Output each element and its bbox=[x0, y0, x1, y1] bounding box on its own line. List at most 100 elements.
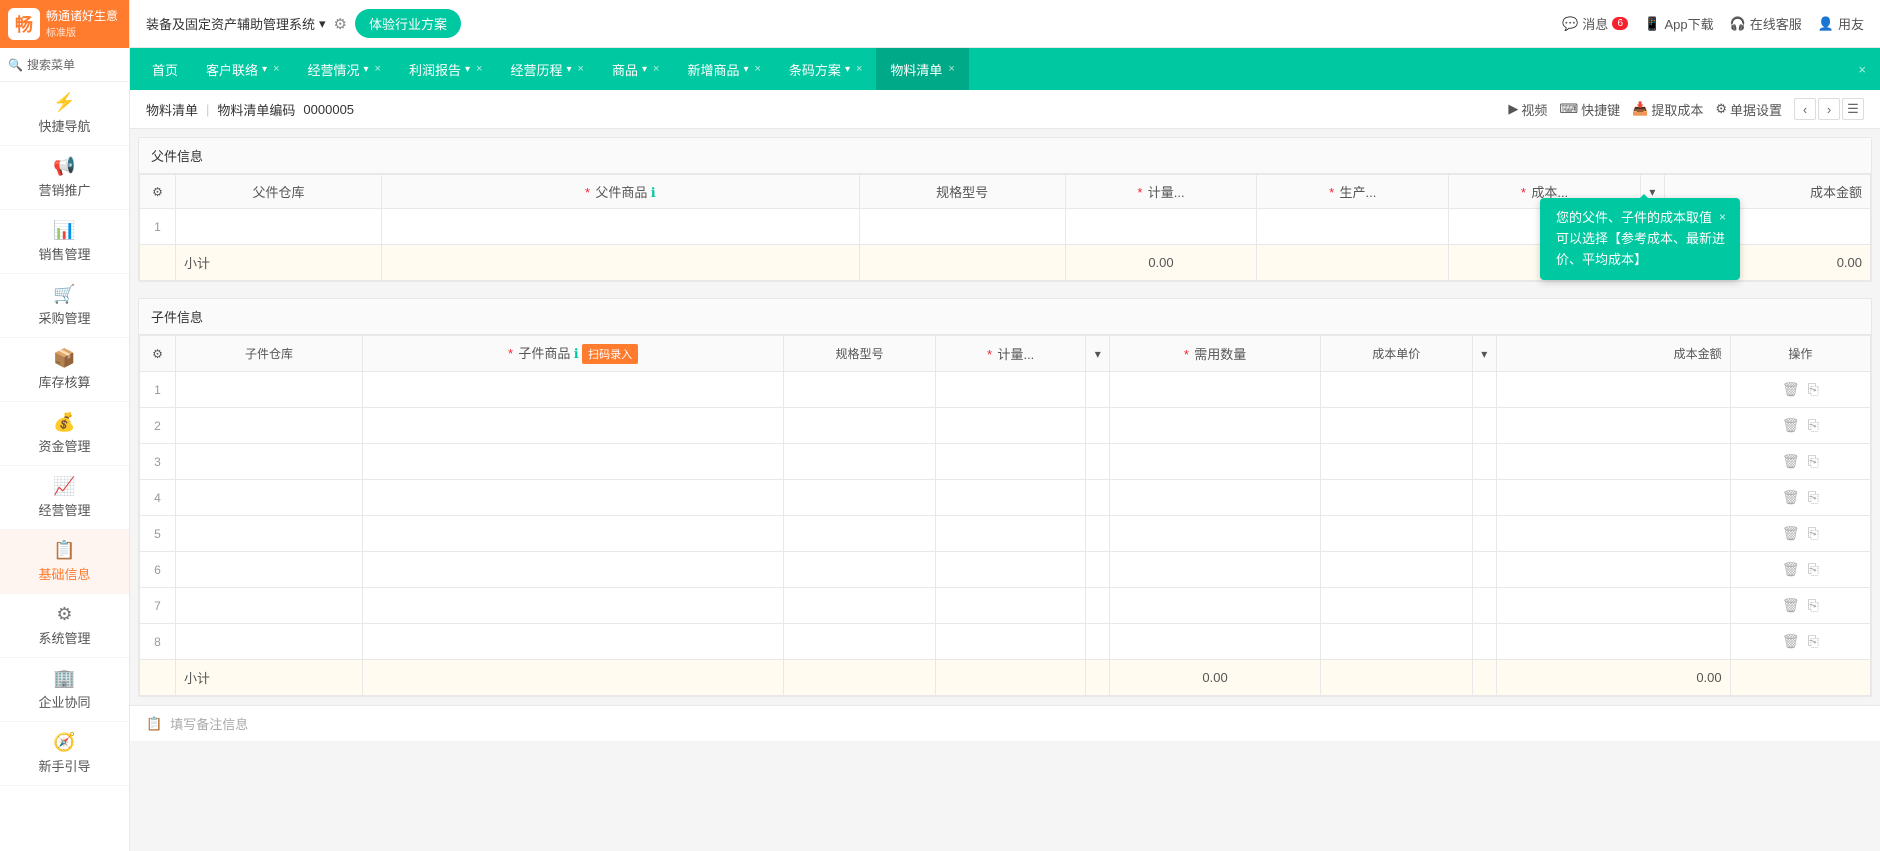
child-cell-cost-amount[interactable] bbox=[1496, 624, 1730, 660]
delete-icon[interactable]: 🗑 bbox=[1782, 417, 1800, 434]
child-cell-spec[interactable] bbox=[784, 552, 936, 588]
tab-profit-report[interactable]: 利润报告 ▾ × bbox=[395, 48, 496, 90]
delete-icon[interactable]: 🗑 bbox=[1782, 381, 1800, 398]
child-cell-unit[interactable] bbox=[936, 588, 1086, 624]
scan-badge[interactable]: 扫码录入 bbox=[582, 344, 638, 364]
child-cell-unit-cost[interactable] bbox=[1320, 516, 1472, 552]
child-cell-warehouse[interactable] bbox=[176, 624, 363, 660]
sidebar-item-quick-nav[interactable]: ⚡ 快捷导航 bbox=[0, 82, 129, 146]
child-cell-unit[interactable] bbox=[936, 408, 1086, 444]
child-cell-cost-amount[interactable] bbox=[1496, 552, 1730, 588]
copy-icon[interactable]: ⎘ bbox=[1808, 381, 1819, 398]
child-cell-cost-amount[interactable] bbox=[1496, 408, 1730, 444]
delete-icon[interactable]: 🗑 bbox=[1782, 525, 1800, 542]
extract-cost-btn[interactable]: 📥 提取成本 bbox=[1632, 100, 1703, 119]
child-cell-spec[interactable] bbox=[784, 516, 936, 552]
child-cell-warehouse[interactable] bbox=[176, 444, 363, 480]
tab-home[interactable]: 首页 bbox=[138, 48, 192, 90]
child-cell-unit-cost[interactable] bbox=[1320, 408, 1472, 444]
delete-icon[interactable]: 🗑 bbox=[1782, 597, 1800, 614]
child-cell-goods[interactable] bbox=[363, 588, 784, 624]
parent-col-settings[interactable]: ⚙ bbox=[140, 175, 176, 209]
child-cell-warehouse[interactable] bbox=[176, 408, 363, 444]
tab-goods[interactable]: 商品 ▾ × bbox=[598, 48, 673, 90]
system-title-dropdown[interactable]: 装备及固定资产辅助管理系统 ▾ bbox=[146, 14, 326, 33]
sidebar-item-purchase[interactable]: 🛒 采购管理 bbox=[0, 274, 129, 338]
tab-customer-close[interactable]: × bbox=[273, 63, 279, 75]
child-cell-cost-amount[interactable] bbox=[1496, 480, 1730, 516]
tab-bom[interactable]: 物料清单 × bbox=[876, 48, 968, 90]
copy-icon[interactable]: ⎘ bbox=[1808, 453, 1819, 470]
view-btn[interactable]: ▶ 视频 bbox=[1508, 100, 1547, 119]
child-cell-spec[interactable] bbox=[784, 372, 936, 408]
menu-btn[interactable]: ☰ bbox=[1842, 98, 1864, 120]
tab-bom-close[interactable]: × bbox=[948, 63, 954, 75]
tab-barcode-close[interactable]: × bbox=[856, 63, 862, 75]
delete-icon[interactable]: 🗑 bbox=[1782, 561, 1800, 578]
child-cell-goods[interactable] bbox=[363, 408, 784, 444]
sidebar-item-guide[interactable]: 🧭 新手引导 bbox=[0, 722, 129, 786]
child-cell-goods[interactable] bbox=[363, 552, 784, 588]
experience-btn[interactable]: 体验行业方案 bbox=[355, 9, 461, 38]
child-cell-unit[interactable] bbox=[936, 516, 1086, 552]
child-cell-spec[interactable] bbox=[784, 444, 936, 480]
tab-new-goods[interactable]: 新增商品 ▾ × bbox=[673, 48, 774, 90]
child-cell-spec[interactable] bbox=[784, 408, 936, 444]
child-cell-unit[interactable] bbox=[936, 444, 1086, 480]
tab-op-history-close[interactable]: × bbox=[578, 63, 584, 75]
child-cell-goods[interactable] bbox=[363, 444, 784, 480]
child-cell-unit-cost[interactable] bbox=[1320, 588, 1472, 624]
settings-gear-icon[interactable]: ⚙ bbox=[334, 15, 347, 33]
copy-icon[interactable]: ⎘ bbox=[1808, 489, 1819, 506]
tooltip-close-btn[interactable]: × bbox=[1719, 208, 1726, 227]
sidebar-item-inventory[interactable]: 📦 库存核算 bbox=[0, 338, 129, 402]
sidebar-search[interactable]: 🔍 搜索菜单 bbox=[0, 48, 129, 82]
child-cell-unit[interactable] bbox=[936, 552, 1086, 588]
child-cell-cost-amount[interactable] bbox=[1496, 372, 1730, 408]
child-cell-qty[interactable] bbox=[1110, 408, 1320, 444]
copy-icon[interactable]: ⎘ bbox=[1808, 525, 1819, 542]
tab-profit-close[interactable]: × bbox=[476, 63, 482, 75]
child-cell-qty[interactable] bbox=[1110, 552, 1320, 588]
copy-icon[interactable]: ⎘ bbox=[1808, 417, 1819, 434]
tab-goods-close[interactable]: × bbox=[653, 63, 659, 75]
prev-page-btn[interactable]: ‹ bbox=[1794, 98, 1816, 120]
child-cell-spec[interactable] bbox=[784, 480, 936, 516]
child-cell-unit[interactable] bbox=[936, 480, 1086, 516]
child-cell-warehouse[interactable] bbox=[176, 372, 363, 408]
delete-icon[interactable]: 🗑 bbox=[1782, 453, 1800, 470]
child-cell-qty[interactable] bbox=[1110, 588, 1320, 624]
child-cell-spec[interactable] bbox=[784, 588, 936, 624]
parent-cell-production[interactable] bbox=[1257, 209, 1449, 245]
sidebar-item-basic-info[interactable]: 📋 基础信息 bbox=[0, 530, 129, 594]
sidebar-item-finance[interactable]: 💰 资金管理 bbox=[0, 402, 129, 466]
child-cell-cost-amount[interactable] bbox=[1496, 516, 1730, 552]
child-cell-goods[interactable] bbox=[363, 372, 784, 408]
single-settings-btn[interactable]: ⚙ 单据设置 bbox=[1715, 100, 1782, 119]
sidebar-item-sales[interactable]: 📊 销售管理 bbox=[0, 210, 129, 274]
child-cell-unit-cost[interactable] bbox=[1320, 372, 1472, 408]
shortcut-btn[interactable]: ⌨ 快捷键 bbox=[1559, 100, 1620, 119]
child-cell-qty[interactable] bbox=[1110, 372, 1320, 408]
user-btn[interactable]: 👤 用友 bbox=[1818, 14, 1864, 33]
copy-icon[interactable]: ⎘ bbox=[1808, 597, 1819, 614]
sidebar-item-operation[interactable]: 📈 经营管理 bbox=[0, 466, 129, 530]
delete-icon[interactable]: 🗑 bbox=[1782, 633, 1800, 650]
tab-op-history[interactable]: 经营历程 ▾ × bbox=[496, 48, 597, 90]
child-cell-unit[interactable] bbox=[936, 624, 1086, 660]
child-cell-spec[interactable] bbox=[784, 624, 936, 660]
copy-icon[interactable]: ⎘ bbox=[1808, 633, 1819, 650]
tab-new-goods-close[interactable]: × bbox=[754, 63, 760, 75]
parent-cell-unit[interactable] bbox=[1065, 209, 1257, 245]
nav-close-all-icon[interactable]: × bbox=[1852, 62, 1872, 77]
parent-cell-warehouse[interactable] bbox=[176, 209, 382, 245]
delete-icon[interactable]: 🗑 bbox=[1782, 489, 1800, 506]
tab-customer[interactable]: 客户联络 ▾ × bbox=[192, 48, 293, 90]
child-cell-warehouse[interactable] bbox=[176, 480, 363, 516]
sidebar-item-marketing[interactable]: 📢 营销推广 bbox=[0, 146, 129, 210]
child-cell-qty[interactable] bbox=[1110, 444, 1320, 480]
tab-barcode[interactable]: 条码方案 ▾ × bbox=[775, 48, 876, 90]
child-cell-unit[interactable] bbox=[936, 372, 1086, 408]
parent-cell-goods[interactable] bbox=[382, 209, 860, 245]
sidebar-item-enterprise[interactable]: 🏢 企业协同 bbox=[0, 658, 129, 722]
